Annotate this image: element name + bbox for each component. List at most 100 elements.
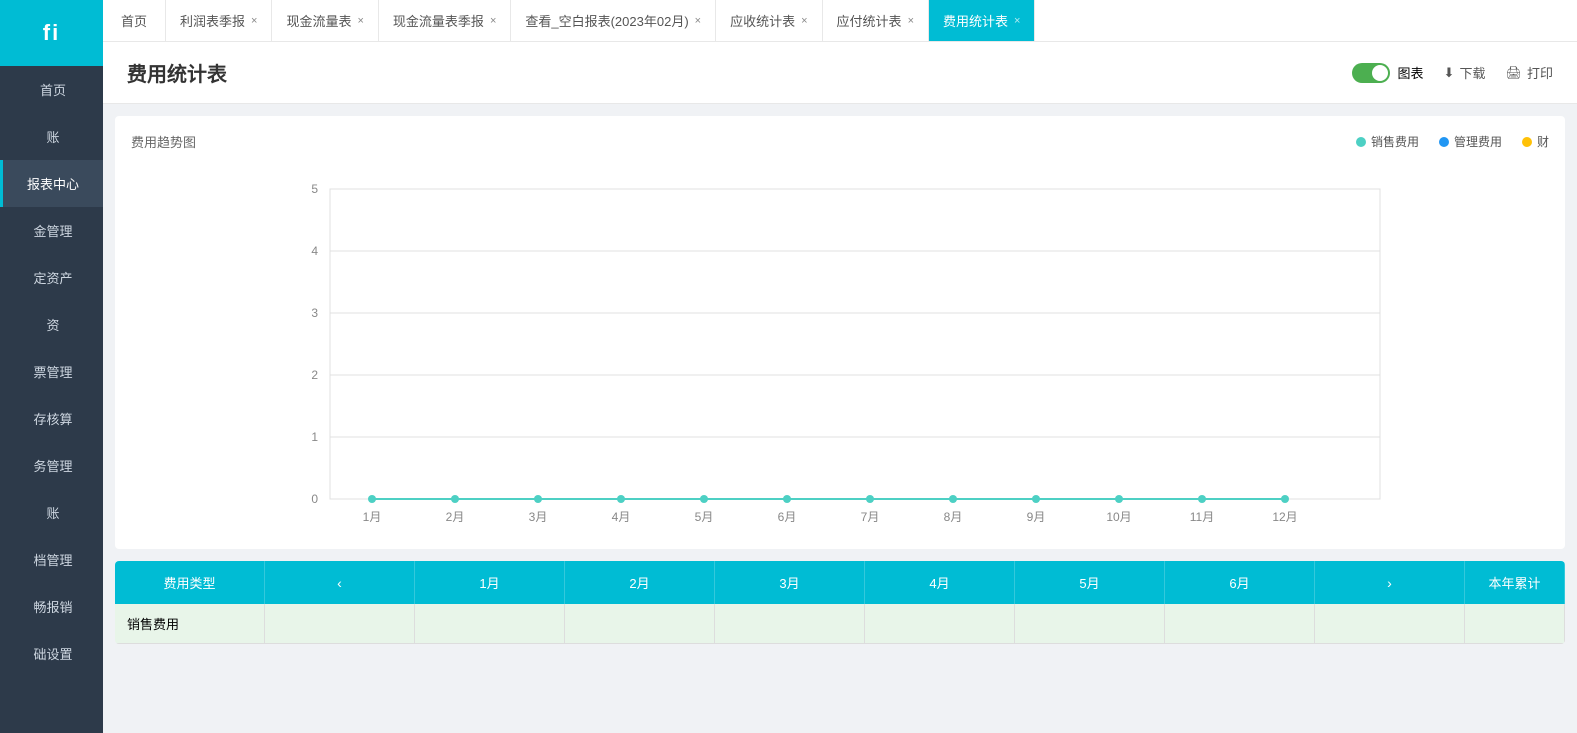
svg-text:11月: 11月 [1190,510,1214,524]
svg-text:6月: 6月 [778,510,797,524]
sidebar-item-reports[interactable]: 报表中心 [0,160,103,207]
chart-legend: 销售费用 管理费用 财 [1356,133,1549,150]
tab-receivable[interactable]: 应收统计表 × [716,0,822,41]
chart-container: 0 1 2 3 4 5 [131,163,1549,533]
svg-text:2: 2 [311,368,318,382]
legend-finance: 财 [1522,133,1549,150]
content-area: 费用统计表 图表 ⬇ 下载 🖨 打印 费用趋势图 [103,42,1577,733]
svg-text:4: 4 [311,244,318,258]
svg-text:0: 0 [311,492,318,506]
tab-close-cashflow-quarterly[interactable]: × [490,15,496,27]
th-mar: 3月 [715,561,865,604]
main-area: 首页 利润表季报 × 现金流量表 × 现金流量表季报 × 查看_空白报表(202… [103,0,1577,733]
table-row: 销售费用 [115,604,1565,644]
header-actions: 图表 ⬇ 下载 🖨 打印 [1352,63,1553,83]
tab-close-receivable[interactable]: × [801,15,807,27]
legend-sales: 销售费用 [1356,133,1419,150]
sidebar-item-home[interactable]: 首页 [0,66,103,113]
data-table: 费用类型 ‹ 1月 2月 3月 4月 5月 6月 › 本年累计 销售费用 [115,561,1565,644]
tab-close-profit[interactable]: × [251,15,257,27]
svg-text:3: 3 [311,306,318,320]
th-next[interactable]: › [1315,561,1465,604]
th-ytd: 本年累计 [1465,561,1565,604]
tab-cashflow-quarterly[interactable]: 现金流量表季报 × [379,0,511,41]
tab-close-payable[interactable]: × [908,15,914,27]
svg-text:9月: 9月 [1027,510,1046,524]
chart-title: 费用趋势图 [131,132,196,151]
tab-cashflow[interactable]: 现金流量表 × [272,0,378,41]
sidebar-item-tickets[interactable]: 票管理 [0,348,103,395]
svg-text:12月: 12月 [1272,510,1297,524]
th-jan: 1月 [415,561,565,604]
print-icon: 🖨 [1505,65,1522,81]
chart-svg: 0 1 2 3 4 5 [131,163,1549,533]
th-apr: 4月 [865,561,1015,604]
svg-text:3月: 3月 [529,510,548,524]
tab-profit[interactable]: 利润表季报 × [166,0,272,41]
tab-close-cashflow[interactable]: × [357,15,363,27]
sidebar-item-cash[interactable]: 金管理 [0,207,103,254]
legend-dot-sales [1356,137,1366,147]
td-apr [865,604,1015,643]
td-type: 销售费用 [115,604,265,643]
sidebar-item-files[interactable]: 档管理 [0,536,103,583]
chart-toggle-label: 图表 [1398,63,1424,82]
chart-toggle[interactable] [1352,63,1390,83]
prev-arrow[interactable]: ‹ [333,575,346,591]
sidebar-item-assets[interactable]: 定资产 [0,254,103,301]
td-feb [565,604,715,643]
next-arrow[interactable]: › [1383,575,1396,591]
legend-label-finance: 财 [1537,133,1549,150]
th-prev[interactable]: ‹ [265,561,415,604]
sidebar-item-ledger[interactable]: 账 [0,489,103,536]
svg-text:8月: 8月 [944,510,963,524]
th-jun: 6月 [1165,561,1315,604]
td-jan [415,604,565,643]
legend-dot-finance [1522,137,1532,147]
sidebar-item-expense[interactable]: 畅报销 [0,583,103,630]
download-button[interactable]: ⬇ 下载 [1444,63,1486,82]
svg-text:2月: 2月 [446,510,465,524]
print-button[interactable]: 🖨 打印 [1505,63,1553,82]
legend-label-sales: 销售费用 [1371,133,1419,150]
svg-text:1月: 1月 [363,510,382,524]
legend-dot-admin [1439,137,1449,147]
tab-bar: 首页 利润表季报 × 现金流量表 × 现金流量表季报 × 查看_空白报表(202… [103,0,1577,42]
td-jun [1165,604,1315,643]
tab-payable[interactable]: 应付统计表 × [823,0,929,41]
chart-toggle-wrapper[interactable]: 图表 [1352,63,1424,83]
download-icon: ⬇ [1444,65,1455,81]
svg-text:5月: 5月 [695,510,714,524]
sidebar-item-inventory[interactable]: 存核算 [0,395,103,442]
svg-text:1: 1 [311,430,318,444]
tab-expense-stats[interactable]: 费用统计表 × [929,0,1035,41]
svg-text:4月: 4月 [612,510,631,524]
page-header: 费用统计表 图表 ⬇ 下载 🖨 打印 [103,42,1577,104]
td-nav-spacer [265,604,415,643]
sidebar-item-service[interactable]: 务管理 [0,442,103,489]
td-mar [715,604,865,643]
sidebar-item-account[interactable]: 账 [0,113,103,160]
th-feb: 2月 [565,561,715,604]
tab-close-expense-stats[interactable]: × [1014,15,1020,27]
td-may [1015,604,1165,643]
sidebar-item-settings[interactable]: 础设置 [0,630,103,677]
svg-text:5: 5 [311,182,318,196]
svg-text:10月: 10月 [1106,510,1131,524]
legend-label-admin: 管理费用 [1454,133,1502,150]
table-header: 费用类型 ‹ 1月 2月 3月 4月 5月 6月 › 本年累计 [115,561,1565,604]
td-nav-spacer2 [1315,604,1465,643]
page-title: 费用统计表 [127,58,227,87]
th-may: 5月 [1015,561,1165,604]
sidebar-item-resource[interactable]: 资 [0,301,103,348]
tab-home[interactable]: 首页 [103,0,166,41]
tab-blank-report[interactable]: 查看_空白报表(2023年02月) × [511,0,716,41]
sidebar-logo: fi [0,0,103,66]
chart-header: 费用趋势图 销售费用 管理费用 财 [131,132,1549,151]
chart-section: 费用趋势图 销售费用 管理费用 财 [115,116,1565,549]
sidebar: fi 首页 账 报表中心 金管理 定资产 资 票管理 存核算 务管理 账 档管理… [0,0,103,733]
svg-text:7月: 7月 [861,510,880,524]
td-ytd [1465,604,1565,643]
legend-admin: 管理费用 [1439,133,1502,150]
tab-close-blank-report[interactable]: × [695,15,701,27]
